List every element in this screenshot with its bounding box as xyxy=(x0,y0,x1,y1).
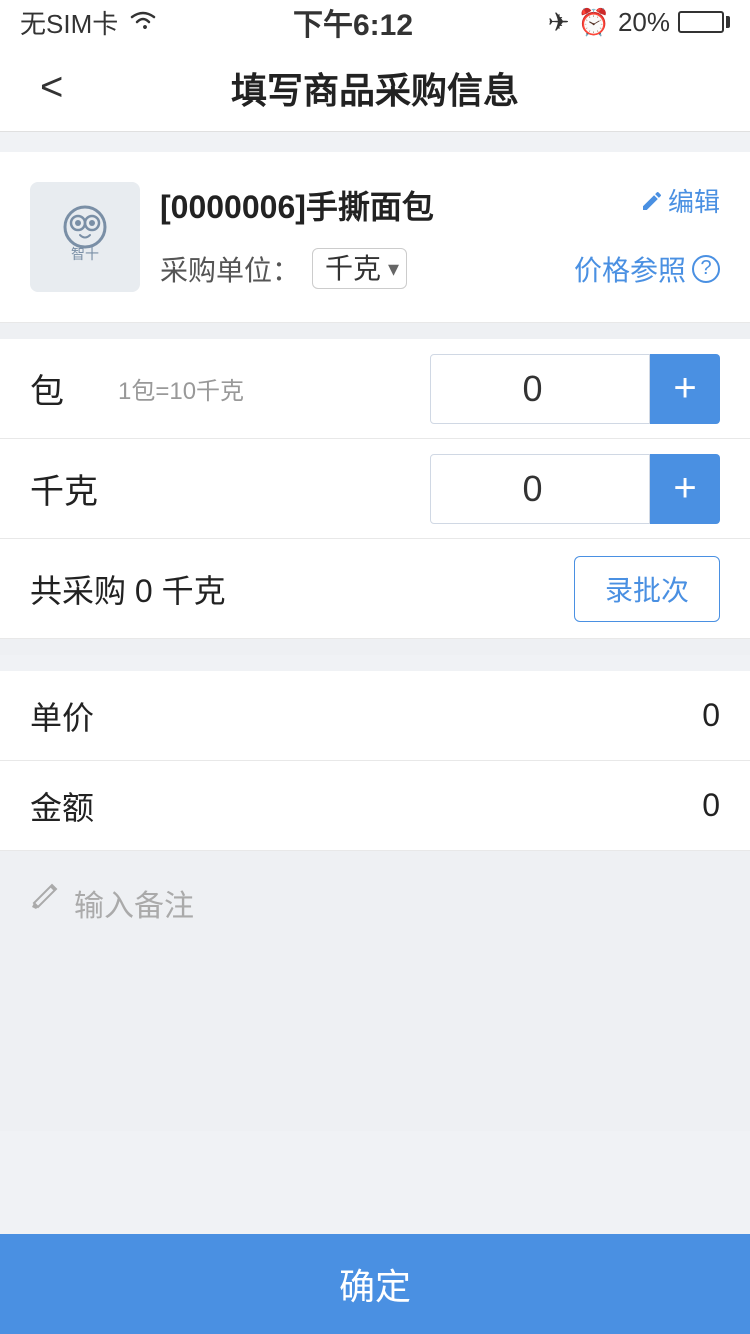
pack-label: 包 xyxy=(30,364,110,413)
price-ref-button[interactable]: 价格参照 ? xyxy=(574,249,720,289)
amount-value: 0 xyxy=(702,787,720,824)
batch-button[interactable]: 录批次 xyxy=(574,556,720,622)
status-bar: 无SIM卡 下午6:12 ✈ ⏰ 20% xyxy=(0,0,750,44)
price-section: 单价 0 金额 0 xyxy=(0,671,750,851)
unit-price-value: 0 xyxy=(702,697,720,734)
location-icon: ✈ xyxy=(548,7,570,38)
notes-inner: 输入备注 xyxy=(30,881,720,925)
pack-row: 包 1包=10千克 + xyxy=(0,339,750,439)
wifi-icon xyxy=(128,7,158,38)
notes-placeholder: 输入备注 xyxy=(74,881,194,925)
summary-text: 共采购 0 千克 xyxy=(30,566,226,612)
product-full-name: [0000006]手撕面包 xyxy=(160,182,434,228)
notes-section[interactable]: 输入备注 xyxy=(0,851,750,1131)
kg-label: 千克 xyxy=(30,464,110,513)
alarm-icon: ⏰ xyxy=(578,7,610,38)
battery-percent: 20% xyxy=(618,7,670,38)
product-logo: 智十 xyxy=(50,197,120,277)
input-section: 包 1包=10千克 + 千克 + 共采购 0 千克 录批次 xyxy=(0,339,750,639)
kg-row: 千克 + xyxy=(0,439,750,539)
svg-text:智十: 智十 xyxy=(71,246,99,262)
status-time: 下午6:12 xyxy=(293,0,413,44)
battery-icon xyxy=(678,11,730,33)
unit-row: 采购单位： 千克 克 斤 包 价格参照 ? xyxy=(160,248,720,289)
unit-price-row: 单价 0 xyxy=(0,671,750,761)
summary-row: 共采购 0 千克 录批次 xyxy=(0,539,750,639)
pack-input[interactable] xyxy=(430,354,650,424)
status-right: ✈ ⏰ 20% xyxy=(548,7,730,38)
amount-row: 金额 0 xyxy=(0,761,750,851)
carrier-text: 无SIM卡 xyxy=(20,4,118,41)
kg-input-group: + xyxy=(430,454,720,524)
edit-button[interactable]: 编辑 xyxy=(640,182,720,219)
pack-plus-button[interactable]: + xyxy=(650,354,720,424)
section-divider-1 xyxy=(0,323,750,339)
product-image: 智十 xyxy=(30,182,140,292)
nav-bar: < 填写商品采购信息 xyxy=(0,44,750,132)
product-name-row: [0000006]手撕面包 编辑 xyxy=(160,182,720,228)
kg-input[interactable] xyxy=(430,454,650,524)
pencil-icon xyxy=(30,881,60,918)
section-divider-2 xyxy=(0,639,750,655)
unit-price-label: 单价 xyxy=(30,693,94,739)
kg-plus-button[interactable]: + xyxy=(650,454,720,524)
unit-select-wrapper[interactable]: 千克 克 斤 包 xyxy=(312,248,407,289)
status-left: 无SIM卡 xyxy=(20,4,158,41)
price-ref-icon: ? xyxy=(692,255,720,283)
back-button[interactable]: < xyxy=(30,55,73,120)
pack-sublabel: 1包=10千克 xyxy=(118,371,244,406)
unit-label: 采购单位： xyxy=(160,249,300,289)
amount-label: 金额 xyxy=(30,783,94,829)
page-title: 填写商品采购信息 xyxy=(231,62,519,114)
product-info: [0000006]手撕面包 编辑 采购单位： 千克 克 斤 包 价格 xyxy=(160,182,720,289)
product-card: 智十 [0000006]手撕面包 编辑 采购单位： 千克 克 斤 包 xyxy=(0,152,750,323)
confirm-button[interactable]: 确定 xyxy=(0,1234,750,1334)
unit-left: 采购单位： 千克 克 斤 包 xyxy=(160,248,407,289)
unit-select[interactable]: 千克 克 斤 包 xyxy=(312,248,407,289)
pack-input-group: + xyxy=(430,354,720,424)
price-ref-label: 价格参照 xyxy=(574,249,686,289)
